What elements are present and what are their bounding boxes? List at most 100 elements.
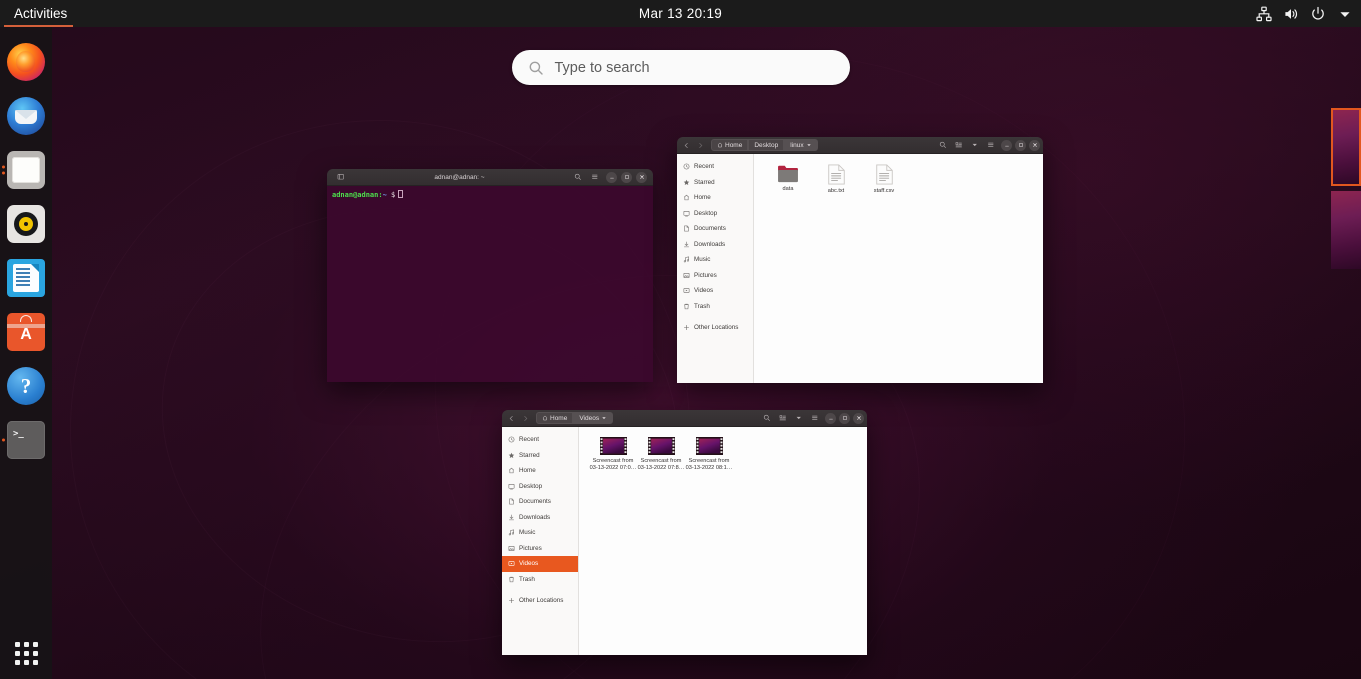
terminal-window[interactable]: adnan@adnan: ~ adnan@adnan:~ $ xyxy=(327,169,653,382)
thunderbird-icon xyxy=(7,97,45,135)
sidebar-label: Videos xyxy=(694,287,714,295)
breadcrumb-label: Videos xyxy=(579,414,600,422)
files-desktop-sidebar: Recent Starred Home Desktop Documents Do… xyxy=(677,154,754,383)
view-list-icon[interactable] xyxy=(952,139,966,151)
sidebar-item-videos[interactable]: Videos xyxy=(677,283,753,299)
sidebar-item-trash[interactable]: Trash xyxy=(677,299,753,315)
sidebar-label: Trash xyxy=(519,575,535,583)
sidebar-item-desktop[interactable]: Desktop xyxy=(677,206,753,222)
back-button[interactable] xyxy=(680,139,693,151)
close-button[interactable] xyxy=(636,171,647,183)
maximize-button[interactable] xyxy=(621,171,632,183)
breadcrumb-home[interactable]: Home xyxy=(711,139,749,151)
breadcrumb-linux[interactable]: linux xyxy=(784,139,818,151)
file-item-text[interactable]: staff.csv xyxy=(860,162,908,195)
search-input[interactable]: Type to search xyxy=(511,50,850,85)
search-icon[interactable] xyxy=(936,139,950,151)
sidebar-label: Starred xyxy=(519,451,540,459)
minimize-button[interactable] xyxy=(1001,139,1012,151)
file-item-text[interactable]: abc.txt xyxy=(812,162,860,195)
close-button[interactable] xyxy=(1029,139,1040,151)
sidebar-item-pictures[interactable]: Pictures xyxy=(502,541,578,557)
clock-datetime[interactable]: Mar 13 20:19 xyxy=(0,6,1361,21)
search-bar-container: Type to search xyxy=(0,50,1361,85)
terminal-output-area[interactable]: adnan@adnan:~ $ xyxy=(327,186,653,382)
sidebar-item-music[interactable]: Music xyxy=(677,252,753,268)
hamburger-menu-icon[interactable] xyxy=(588,171,602,183)
sidebar-item-trash[interactable]: Trash xyxy=(502,572,578,588)
sidebar-item-home[interactable]: Home xyxy=(677,190,753,206)
show-applications-button[interactable] xyxy=(0,627,52,679)
volume-icon[interactable] xyxy=(1283,6,1299,22)
sidebar-label: Desktop xyxy=(519,482,543,490)
sidebar-item-documents[interactable]: Documents xyxy=(502,494,578,510)
breadcrumb-label: Home xyxy=(550,414,568,422)
videos-icon xyxy=(683,288,690,293)
sidebar-item-recent[interactable]: Recent xyxy=(677,159,753,175)
sidebar-label: Pictures xyxy=(519,544,542,552)
dock-item-help[interactable]: ? xyxy=(0,359,52,413)
hamburger-menu-icon[interactable] xyxy=(984,139,998,151)
file-item-video[interactable]: Screencast from 03-13-2022 07:8… xyxy=(637,435,685,472)
files-desktop-content[interactable]: data abc.txt staff.csv xyxy=(754,154,1043,383)
files-window-videos[interactable]: Home Videos Recent Starred Home Desktop … xyxy=(502,410,867,655)
file-item-video[interactable]: Screencast from 03-13-2022 07:0… xyxy=(589,435,637,472)
maximize-button[interactable] xyxy=(839,412,850,424)
hamburger-menu-icon[interactable] xyxy=(808,412,822,424)
sidebar-item-music[interactable]: Music xyxy=(502,525,578,541)
dock-item-rhythmbox[interactable] xyxy=(0,197,52,251)
dock: A ? >_ xyxy=(0,27,52,679)
dock-item-firefox[interactable] xyxy=(0,35,52,89)
sidebar-item-other-locations[interactable]: Other Locations xyxy=(677,320,753,336)
files-window-desktop[interactable]: Home Desktop linux Recent Starred Home D… xyxy=(677,137,1043,383)
sidebar-item-desktop[interactable]: Desktop xyxy=(502,479,578,495)
minimize-button[interactable] xyxy=(606,171,617,183)
search-icon[interactable] xyxy=(571,171,585,183)
plus-icon xyxy=(684,325,689,331)
dock-item-terminal[interactable]: >_ xyxy=(0,413,52,467)
back-button[interactable] xyxy=(505,412,518,424)
terminal-header-left xyxy=(330,171,348,183)
maximize-button[interactable] xyxy=(1015,139,1026,151)
power-icon[interactable] xyxy=(1310,6,1326,22)
network-wired-icon[interactable] xyxy=(1256,6,1272,22)
sidebar-item-downloads[interactable]: Downloads xyxy=(677,237,753,253)
sidebar-item-downloads[interactable]: Downloads xyxy=(502,510,578,526)
search-icon[interactable] xyxy=(760,412,774,424)
search-icon xyxy=(529,61,543,75)
terminal-new-tab-icon[interactable] xyxy=(334,171,348,183)
sidebar-item-videos[interactable]: Videos xyxy=(502,556,578,572)
view-dropdown-icon[interactable] xyxy=(792,412,806,424)
apps-grid-icon xyxy=(14,641,38,665)
dock-item-thunderbird[interactable] xyxy=(0,89,52,143)
minimize-button[interactable] xyxy=(825,412,836,424)
sidebar-label: Videos xyxy=(519,560,539,568)
view-list-icon[interactable] xyxy=(776,412,790,424)
file-item-video[interactable]: Screencast from 03-13-2022 08:1… xyxy=(685,435,733,472)
chevron-down-icon xyxy=(602,417,606,420)
sidebar-item-starred[interactable]: Starred xyxy=(502,448,578,464)
dock-item-files[interactable] xyxy=(0,143,52,197)
file-item-folder[interactable]: data xyxy=(764,162,812,195)
files-videos-content[interactable]: Screencast from 03-13-2022 07:0… Screenc… xyxy=(579,427,867,655)
ubuntu-software-icon: A xyxy=(7,313,45,351)
forward-button[interactable] xyxy=(694,139,707,151)
breadcrumb-home[interactable]: Home xyxy=(536,412,574,424)
sidebar-item-pictures[interactable]: Pictures xyxy=(677,268,753,284)
sidebar-item-other-locations[interactable]: Other Locations xyxy=(502,593,578,609)
workspace-thumbnail-1[interactable] xyxy=(1331,108,1361,186)
chevron-down-icon[interactable] xyxy=(1337,6,1353,22)
forward-button[interactable] xyxy=(519,412,532,424)
workspace-thumbnail-2[interactable] xyxy=(1331,191,1361,269)
sidebar-item-recent[interactable]: Recent xyxy=(502,432,578,448)
close-button[interactable] xyxy=(853,412,864,424)
breadcrumb-videos[interactable]: Videos xyxy=(573,412,614,424)
breadcrumb-desktop[interactable]: Desktop xyxy=(748,139,785,151)
sidebar-item-documents[interactable]: Documents xyxy=(677,221,753,237)
trash-icon xyxy=(684,303,689,309)
sidebar-item-home[interactable]: Home xyxy=(502,463,578,479)
dock-item-libreoffice-writer[interactable] xyxy=(0,251,52,305)
sidebar-item-starred[interactable]: Starred xyxy=(677,175,753,191)
view-dropdown-icon[interactable] xyxy=(968,139,982,151)
dock-item-ubuntu-software[interactable]: A xyxy=(0,305,52,359)
